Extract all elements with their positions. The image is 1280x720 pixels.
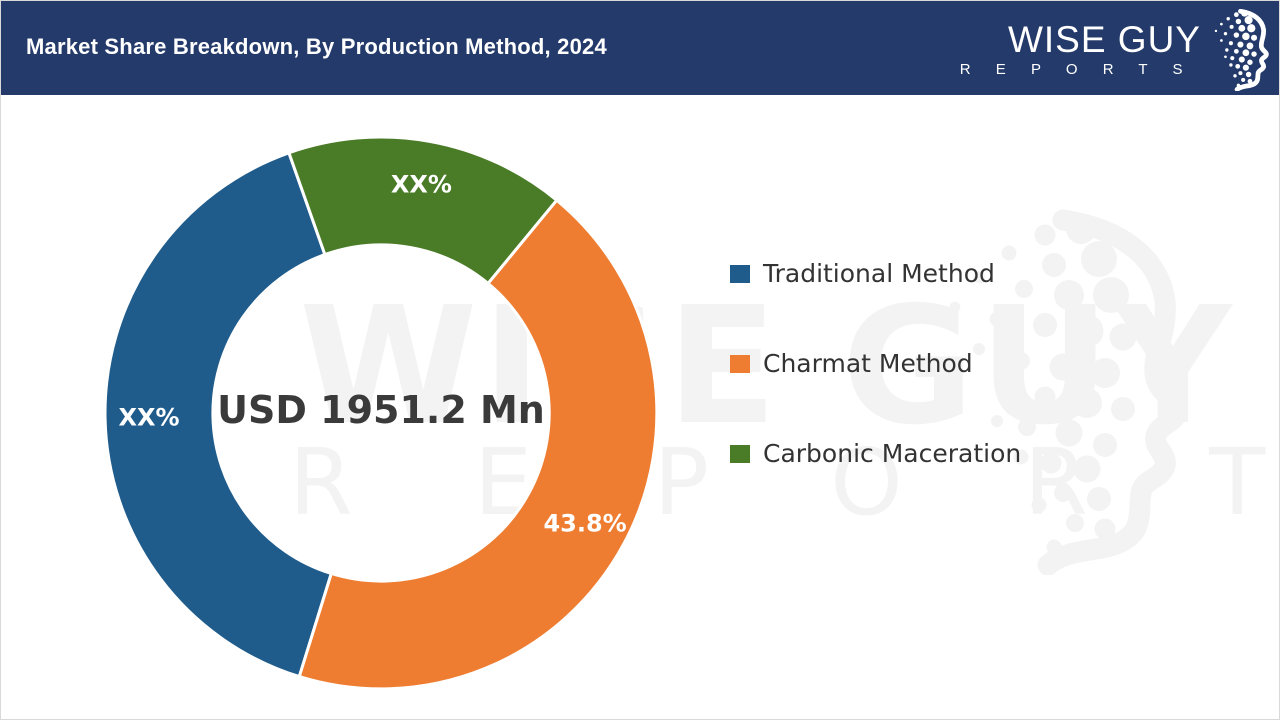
wiseguy-face-icon: [1201, 9, 1269, 91]
legend-swatch-icon: [730, 354, 750, 373]
legend-swatch-icon: [730, 264, 750, 283]
legend-label: Traditional Method: [763, 259, 995, 288]
logo-subtext: R E P O R T S: [959, 61, 1193, 78]
slice-value-label: XX%: [118, 404, 179, 432]
report-page: WISE GUY R E P O R T S XX% 43.8% XX% USD 1…: [0, 0, 1280, 720]
header-bar: Market Share Breakdown, By Production Me…: [1, 1, 1279, 95]
legend-item-traditional-method: Traditional Method: [730, 259, 1021, 288]
chart-legend: Traditional Method Charmat Method Carbon…: [730, 259, 1022, 531]
legend-item-charmat-method: Charmat Method: [730, 349, 1021, 378]
wiseguy-logo: WISE GUY R E P O R T S: [960, 7, 1269, 93]
slice-value-label: 43.8%: [543, 509, 626, 537]
legend-label: Charmat Method: [763, 349, 973, 378]
chart-center-total: USD 1951.2 Mn: [217, 388, 545, 432]
legend-item-carbonic-maceration: Carbonic Maceration: [730, 439, 1022, 468]
donut-chart: XX% 43.8% XX%: [103, 135, 659, 691]
slice-value-label: XX%: [391, 171, 452, 199]
page-title: Market Share Breakdown, By Production Me…: [26, 34, 607, 59]
legend-swatch-icon: [730, 444, 750, 463]
legend-label: Carbonic Maceration: [763, 439, 1022, 468]
logo-wordmark: WISE GUY: [1007, 19, 1201, 60]
